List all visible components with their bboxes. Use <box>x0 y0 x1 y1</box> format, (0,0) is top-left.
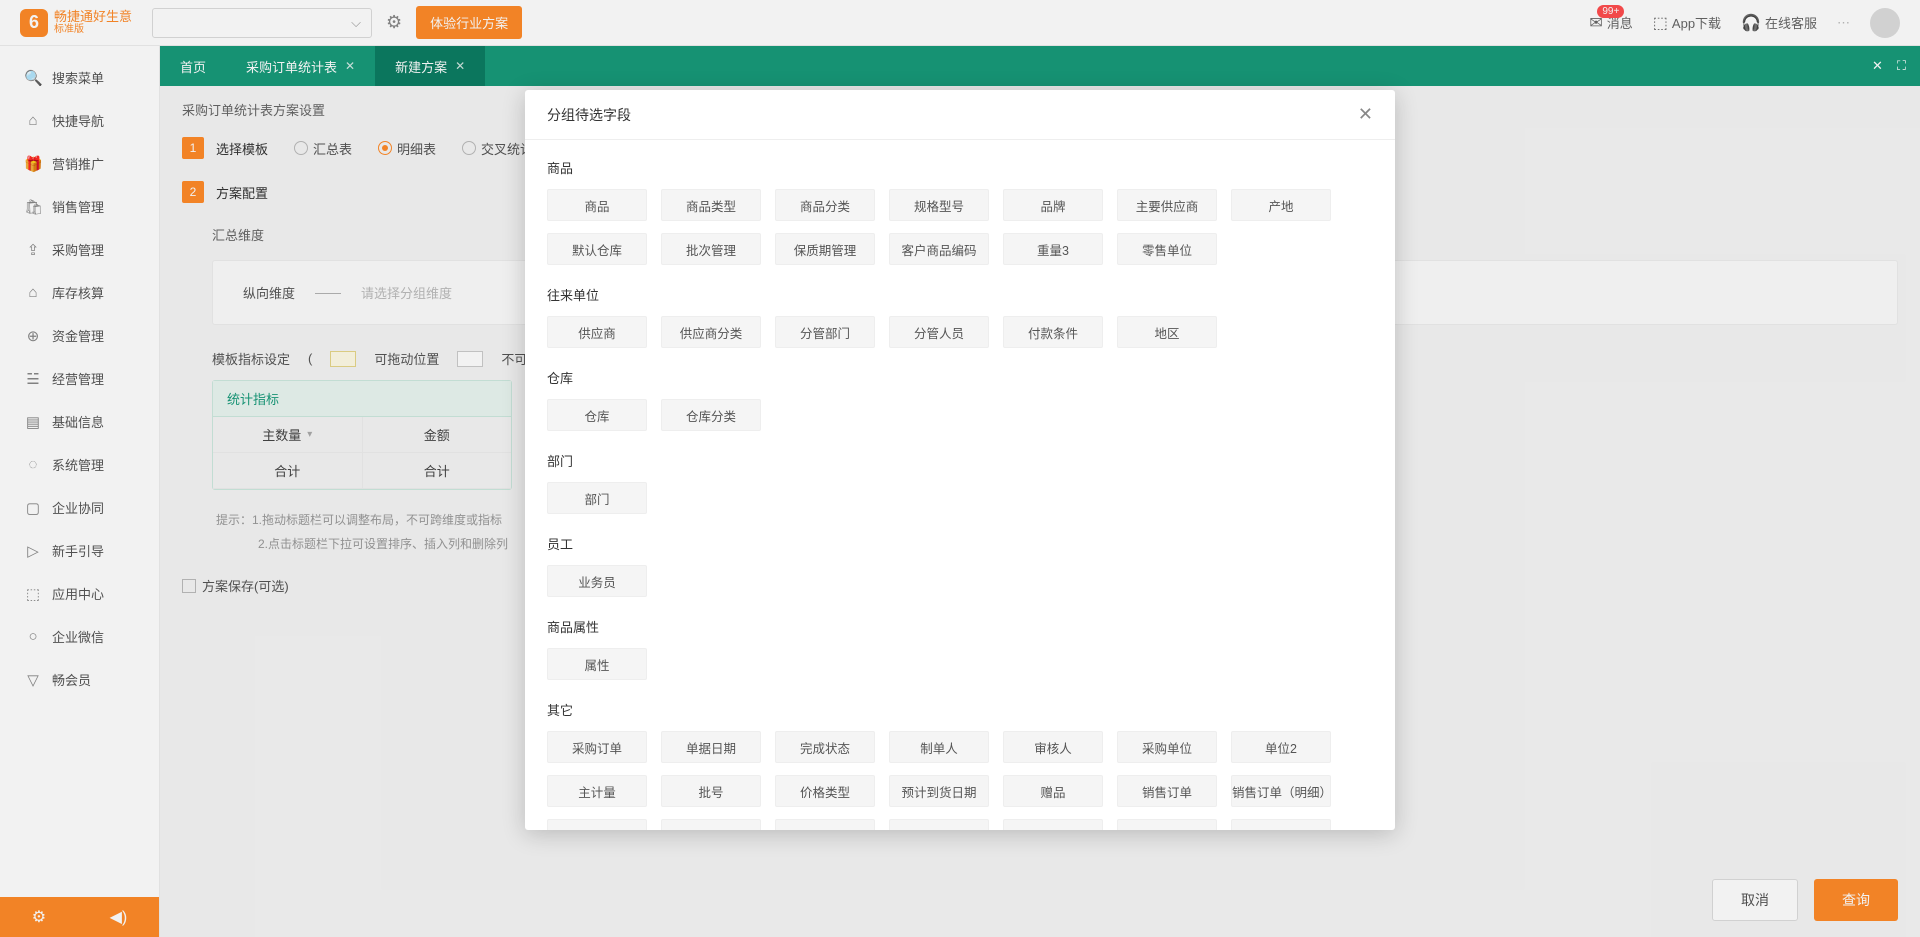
field-chip[interactable]: 供应商分类 <box>661 316 761 348</box>
field-group-1: 往来单位供应商供应商分类分管部门分管人员付款条件地区 <box>547 285 1373 348</box>
modal-overlay: 分组待选字段 ✕ 商品商品商品类型商品分类规格型号品牌主要供应商产地默认仓库批次… <box>0 0 1920 937</box>
field-group-title: 仓库 <box>547 368 1373 387</box>
field-chip[interactable]: 业务员 <box>547 565 647 597</box>
field-chip[interactable]: 商品类型 <box>661 189 761 221</box>
field-chip[interactable]: 地区 <box>1117 316 1217 348</box>
field-chip[interactable]: 单位2 <box>1231 731 1331 763</box>
field-chip[interactable]: 保质期管理 <box>775 233 875 265</box>
field-chip[interactable]: 重量3 <box>1003 233 1103 265</box>
field-chip[interactable]: 规格型号 <box>889 189 989 221</box>
field-group-title: 往来单位 <box>547 285 1373 304</box>
field-chip[interactable]: 行中止 <box>889 819 989 830</box>
field-chip[interactable]: 预计到货日期 <box>889 775 989 807</box>
field-chip[interactable]: 单据日期 <box>661 731 761 763</box>
field-chip[interactable]: 部门 <box>547 482 647 514</box>
field-group-4: 员工业务员 <box>547 534 1373 597</box>
field-chip[interactable]: 零售单位 <box>1117 233 1217 265</box>
field-chip[interactable]: 分管人员 <box>889 316 989 348</box>
field-group-title: 商品属性 <box>547 617 1373 636</box>
field-chip[interactable]: 主要供应商 <box>1117 189 1217 221</box>
field-chip[interactable]: 产地 <box>1231 189 1331 221</box>
field-chip[interactable]: 主计量 <box>547 775 647 807</box>
field-chip[interactable]: 完成状态 <box>775 731 875 763</box>
field-chip[interactable]: 零件名称 <box>1117 819 1217 830</box>
field-chip[interactable]: 采购订单 <box>547 731 647 763</box>
field-chip[interactable]: 采购单位 <box>1117 731 1217 763</box>
field-chip[interactable]: 制单人 <box>889 731 989 763</box>
close-icon[interactable]: ✕ <box>1358 104 1373 125</box>
field-chip[interactable]: 是否开票 <box>1231 819 1331 830</box>
field-chip[interactable]: 属性 <box>547 648 647 680</box>
field-chip[interactable]: 批号 <box>661 775 761 807</box>
field-group-6: 其它采购订单单据日期完成状态制单人审核人采购单位单位2 主计量批号价格类型预计到货… <box>547 700 1373 830</box>
modal-header: 分组待选字段 ✕ <box>525 90 1395 140</box>
field-group-5: 商品属性属性 <box>547 617 1373 680</box>
field-modal: 分组待选字段 ✕ 商品商品商品类型商品分类规格型号品牌主要供应商产地默认仓库批次… <box>525 90 1395 830</box>
field-chip[interactable]: 批次管理 <box>661 233 761 265</box>
field-chip[interactable]: 商品 <box>547 189 647 221</box>
field-group-0: 商品商品商品类型商品分类规格型号品牌主要供应商产地默认仓库批次管理保质期管理客户… <box>547 158 1373 265</box>
field-chip[interactable]: 销售订单 <box>1117 775 1217 807</box>
field-chip[interactable]: 价格类型 <box>775 775 875 807</box>
modal-body: 商品商品商品类型商品分类规格型号品牌主要供应商产地默认仓库批次管理保质期管理客户… <box>525 140 1395 830</box>
field-chip[interactable]: 付款条件 <box>1003 316 1103 348</box>
field-chip[interactable]: 仓库分类 <box>661 399 761 431</box>
field-chip[interactable]: 品牌 <box>1003 189 1103 221</box>
field-chip[interactable]: 仓库 <box>547 399 647 431</box>
field-chip[interactable]: 客户商品编码 <box>889 233 989 265</box>
field-chip[interactable]: 项目分类 <box>775 819 875 830</box>
field-group-title: 商品 <box>547 158 1373 177</box>
field-group-3: 部门部门 <box>547 451 1373 514</box>
field-group-title: 员工 <box>547 534 1373 553</box>
field-group-2: 仓库仓库仓库分类 <box>547 368 1373 431</box>
field-group-title: 部门 <box>547 451 1373 470</box>
field-chip[interactable]: 赠品 <box>1003 775 1103 807</box>
field-chip[interactable]: 车架号 <box>1003 819 1103 830</box>
field-group-title: 其它 <box>547 700 1373 719</box>
field-chip[interactable]: 来源单据 <box>547 819 647 830</box>
field-chip[interactable]: 商品分类 <box>775 189 875 221</box>
field-chip[interactable]: 销售订单（明细） <box>1231 775 1331 807</box>
field-chip[interactable]: 分管部门 <box>775 316 875 348</box>
field-chip[interactable]: 项目 <box>661 819 761 830</box>
field-chip[interactable]: 审核人 <box>1003 731 1103 763</box>
field-chip[interactable]: 默认仓库 <box>547 233 647 265</box>
modal-title: 分组待选字段 <box>547 105 631 125</box>
field-chip[interactable]: 供应商 <box>547 316 647 348</box>
